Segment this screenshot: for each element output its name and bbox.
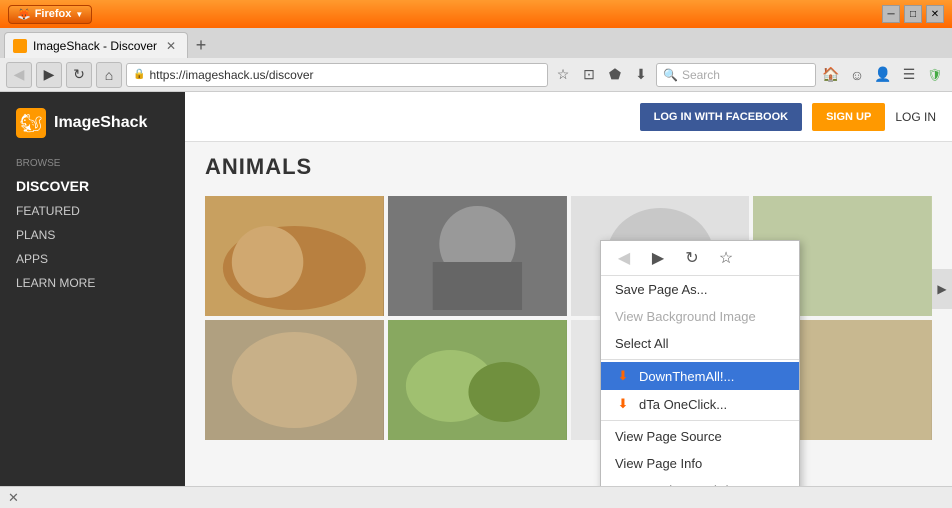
cm-inspect-label: Inspect Element (Q): [615, 483, 731, 486]
pocket-button[interactable]: ⬟: [604, 64, 626, 86]
cm-view-bg-image: View Background Image: [601, 303, 799, 330]
search-placeholder: Search: [682, 68, 720, 82]
cm-dta-oneclick[interactable]: ⬇ dTa OneClick...: [601, 390, 799, 418]
tab-title: ImageShack - Discover: [33, 39, 157, 53]
tabbar: ImageShack - Discover ✕ +: [0, 28, 952, 58]
cm-inspect[interactable]: Inspect Element (Q): [601, 477, 799, 486]
login-button[interactable]: LOG IN: [895, 110, 936, 124]
search-icon: 🔍: [663, 68, 678, 82]
navbar: ◀ ▶ ↻ ⌂ 🔒 https://imageshack.us/discover…: [0, 58, 952, 92]
smiley-button[interactable]: ☺: [846, 64, 868, 86]
cm-view-source-label: View Page Source: [615, 429, 722, 444]
cm-view-info-label: View Page Info: [615, 456, 702, 471]
cm-view-bg-image-label: View Background Image: [615, 309, 756, 324]
image-grid: [185, 188, 952, 448]
image-1-placeholder: [205, 196, 384, 316]
cm-separator-1: [601, 359, 799, 360]
cm-back-button[interactable]: ◀: [611, 247, 637, 269]
back-button[interactable]: ◀: [6, 62, 32, 88]
logo-text: ImageShack: [54, 114, 147, 132]
cm-select-all-label: Select All: [615, 336, 668, 351]
home-button[interactable]: ⌂: [96, 62, 122, 88]
firefox-label: Firefox: [35, 8, 72, 20]
sidebar-logo: 🐿 ImageShack: [0, 108, 185, 154]
cm-downthemall[interactable]: ⬇ DownThemAll!...: [601, 362, 799, 390]
lock-icon: 🔒: [133, 69, 145, 80]
close-button[interactable]: ✕: [926, 5, 944, 23]
forward-button[interactable]: ▶: [36, 62, 62, 88]
downloads-button[interactable]: ⊡: [578, 64, 600, 86]
sidebar-item-learnmore[interactable]: LEARN MORE: [0, 271, 185, 295]
shield-button[interactable]: 🛡: [924, 64, 946, 86]
main-layout: 🐿 ImageShack Browse DISCOVER FEATURED PL…: [0, 92, 952, 486]
new-tab-button[interactable]: +: [188, 32, 214, 58]
facebook-login-button[interactable]: LOG IN WITH FACEBOOK: [640, 103, 802, 131]
cm-downthemall-icon: ⬇: [615, 368, 631, 384]
sidebar-item-apps[interactable]: APPS: [0, 247, 185, 271]
reload-button[interactable]: ↻: [66, 62, 92, 88]
logo-icon: 🐿: [16, 108, 46, 138]
sidebar-item-discover[interactable]: DISCOVER: [0, 173, 185, 199]
firefox-dropdown-icon: ▼: [75, 10, 83, 19]
cm-bookmark-button[interactable]: ☆: [713, 247, 739, 269]
cm-select-all[interactable]: Select All: [601, 330, 799, 357]
home-icon-button[interactable]: 🏠: [820, 64, 842, 86]
cm-view-source[interactable]: View Page Source: [601, 423, 799, 450]
sidebar: 🐿 ImageShack Browse DISCOVER FEATURED PL…: [0, 92, 185, 486]
signup-button[interactable]: SIGN UP: [812, 103, 885, 131]
sidebar-item-featured[interactable]: FEATURED: [0, 199, 185, 223]
context-menu: ◀ ▶ ↻ ☆ Save Page As... View Background …: [600, 240, 800, 486]
firefox-menu-button[interactable]: 🦊 Firefox ▼: [8, 5, 92, 24]
image-cell-6[interactable]: [388, 320, 567, 440]
window-controls: ─ □ ✕: [882, 5, 944, 23]
download-arrow-button[interactable]: ⬇: [630, 64, 652, 86]
cm-save-page[interactable]: Save Page As...: [601, 276, 799, 303]
content-header: ANIMALS: [185, 142, 952, 188]
url-bar[interactable]: 🔒 https://imageshack.us/discover: [126, 63, 548, 87]
image-5-placeholder: [205, 320, 384, 440]
cm-forward-button[interactable]: ▶: [645, 247, 671, 269]
cm-downthemall-label: DownThemAll!...: [639, 369, 734, 384]
content-area: LOG IN WITH FACEBOOK SIGN UP LOG IN ANIM…: [185, 92, 952, 486]
cm-reload-button[interactable]: ↻: [679, 247, 705, 269]
cm-dta-icon: ⬇: [615, 396, 631, 412]
account-button[interactable]: 👤: [872, 64, 894, 86]
maximize-button[interactable]: □: [904, 5, 922, 23]
minimize-button[interactable]: ─: [882, 5, 900, 23]
site-header: LOG IN WITH FACEBOOK SIGN UP LOG IN: [185, 92, 952, 142]
scroll-right-button[interactable]: ▶: [932, 269, 952, 309]
statusbar: ✕: [0, 486, 952, 508]
statusbar-close-button[interactable]: ✕: [8, 490, 19, 506]
url-text: https://imageshack.us/discover: [149, 68, 541, 82]
page-title: ANIMALS: [205, 154, 932, 180]
image-cell-2[interactable]: [388, 196, 567, 316]
search-bar[interactable]: 🔍 Search: [656, 63, 816, 87]
tab-favicon: [13, 39, 27, 53]
image-2-placeholder: [388, 196, 567, 316]
image-6-placeholder: [388, 320, 567, 440]
menu-button[interactable]: ☰: [898, 64, 920, 86]
browse-label: Browse: [0, 154, 185, 173]
titlebar: 🦊 Firefox ▼ ─ □ ✕: [0, 0, 952, 28]
titlebar-left: 🦊 Firefox ▼: [8, 5, 92, 24]
context-menu-nav: ◀ ▶ ↻ ☆: [601, 241, 799, 276]
tab-close-button[interactable]: ✕: [163, 38, 179, 54]
image-cell-5[interactable]: [205, 320, 384, 440]
firefox-icon: 🦊: [17, 8, 31, 21]
cm-dta-label: dTa OneClick...: [639, 397, 727, 412]
image-cell-1[interactable]: [205, 196, 384, 316]
sidebar-item-plans[interactable]: PLANS: [0, 223, 185, 247]
cm-save-page-label: Save Page As...: [615, 282, 708, 297]
cm-view-info[interactable]: View Page Info: [601, 450, 799, 477]
bookmark-star-button[interactable]: ☆: [552, 64, 574, 86]
cm-separator-2: [601, 420, 799, 421]
active-tab[interactable]: ImageShack - Discover ✕: [4, 32, 188, 58]
